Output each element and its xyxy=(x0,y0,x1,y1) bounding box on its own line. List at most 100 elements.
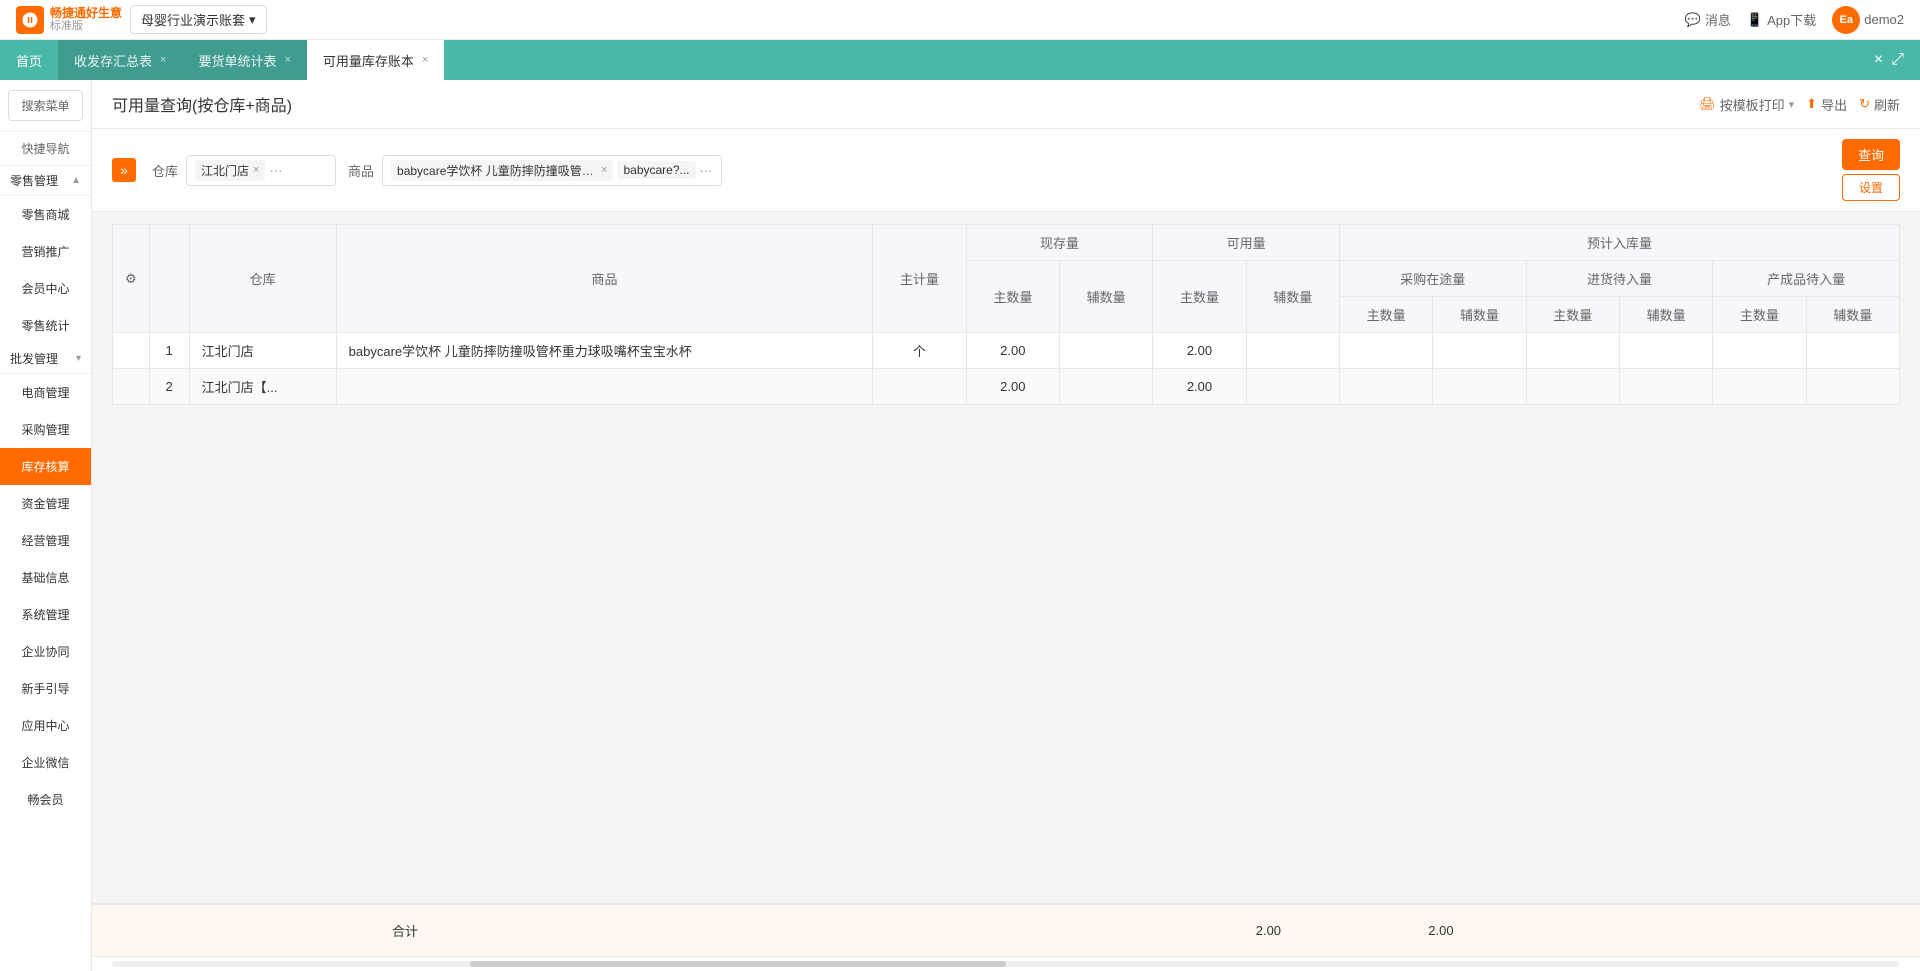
tab-income-expense-close[interactable]: × xyxy=(160,54,166,66)
footer-production-aux xyxy=(1843,915,1898,946)
wholesale-arrow-icon: ▾ xyxy=(76,353,81,364)
horizontal-scrollbar[interactable] xyxy=(112,961,1900,967)
tab-close-all[interactable]: × xyxy=(1874,51,1883,69)
sidebar-item-enterprise[interactable]: 企业协同 xyxy=(0,633,91,670)
phone-icon: 📱 xyxy=(1747,12,1763,28)
product-filter-label: 商品 xyxy=(348,161,374,180)
sidebar-item-wechat[interactable]: 企业微信 xyxy=(0,744,91,781)
sidebar-item-finance[interactable]: 资金管理 xyxy=(0,485,91,522)
sidebar-item-retail-mall[interactable]: 零售商城 xyxy=(0,196,91,233)
row-warehouse: 江北门店【... xyxy=(189,369,336,405)
page-header: 可用量查询(按仓库+商品) 🖨 按模板打印 ▾ ⬆ 导出 ↻ 刷新 xyxy=(92,80,1920,129)
message-button[interactable]: 💬 消息 xyxy=(1685,10,1731,29)
footer-purchase-main xyxy=(1557,915,1612,946)
product-filter-group: 商品 babycare学饮杯 儿童防摔防撞吸管杯重力球吸嘴杯宝宝水杯 × bab… xyxy=(348,155,722,186)
expand-filter-button[interactable]: » xyxy=(112,158,136,182)
table-footer: 合计 2.00 2.00 xyxy=(92,903,1920,956)
sidebar-item-purchase[interactable]: 采购管理 xyxy=(0,411,91,448)
row-purchase-aux xyxy=(1433,369,1526,405)
row-current-main: 2.00 xyxy=(966,369,1059,405)
tab-order-stats-close[interactable]: × xyxy=(284,54,290,66)
user-menu[interactable]: Ea demo2 xyxy=(1832,6,1904,34)
scroll-thumb[interactable] xyxy=(470,961,1006,967)
sidebar-item-retail-stats[interactable]: 零售统计 xyxy=(0,307,91,344)
home-tab-label: 首页 xyxy=(16,51,42,70)
footer-available-main: 2.00 xyxy=(1384,915,1497,946)
inventory-label: 库存核算 xyxy=(21,458,69,475)
product-tag-2: babycare?... xyxy=(617,161,695,179)
data-table: ⚙ 仓库 商品 主计量 现存量 可用量 预计入库量 主数量 辅数量 主数量 辅数… xyxy=(112,224,1900,405)
member2-label: 畅会员 xyxy=(27,791,63,808)
row-incoming-main xyxy=(1526,333,1619,369)
scroll-bar-area[interactable] xyxy=(92,956,1920,971)
export-button[interactable]: ⬆ 导出 xyxy=(1806,95,1847,114)
tab-available-stock-close[interactable]: × xyxy=(422,54,428,66)
logo-text: 畅捷通好生意 标准版 xyxy=(50,6,122,34)
row-purchase-main xyxy=(1339,333,1432,369)
warehouse-more-icon[interactable]: ··· xyxy=(269,163,282,178)
row-incoming-aux xyxy=(1619,333,1712,369)
row-available-aux xyxy=(1246,333,1339,369)
tab-expand[interactable]: ⤢ xyxy=(1891,51,1904,69)
warehouse-filter-label: 仓库 xyxy=(152,161,178,180)
col-available-aux: 辅数量 xyxy=(1246,261,1339,333)
message-icon: 💬 xyxy=(1685,12,1701,28)
sidebar-item-system[interactable]: 系统管理 xyxy=(0,596,91,633)
sidebar-item-ecommerce[interactable]: 电商管理 xyxy=(0,374,91,411)
row-warehouse: 江北门店 xyxy=(189,333,336,369)
tab-home[interactable]: 首页 xyxy=(0,40,58,80)
sidebar-item-inventory[interactable]: 库存核算 xyxy=(0,448,91,485)
footer-current-main: 2.00 xyxy=(1212,915,1325,946)
app-download-button[interactable]: 📱 App下载 xyxy=(1747,10,1816,29)
col-current-stock: 现存量 xyxy=(966,225,1153,261)
export-icon: ⬆ xyxy=(1806,96,1817,112)
basic-label: 基础信息 xyxy=(21,569,69,586)
row-current-aux xyxy=(1059,369,1152,405)
query-button[interactable]: 查询 xyxy=(1842,139,1900,170)
col-settings[interactable]: ⚙ xyxy=(113,225,150,333)
row-settings[interactable] xyxy=(113,369,150,405)
filter-bar: » 仓库 江北门店 × ··· 商品 b xyxy=(92,129,1920,212)
sidebar-item-member[interactable]: 会员中心 xyxy=(0,270,91,307)
sidebar-section-retail[interactable]: 零售管理 ▲ xyxy=(0,166,91,196)
settings-button[interactable]: 设置 xyxy=(1842,174,1900,201)
sidebar-item-basic[interactable]: 基础信息 xyxy=(0,559,91,596)
tab-available-stock[interactable]: 可用量库存账本 × xyxy=(307,40,444,80)
org-selector[interactable]: 母婴行业演示账套 ▾ xyxy=(130,5,267,34)
system-label: 系统管理 xyxy=(21,606,69,623)
sidebar-item-member2[interactable]: 畅会员 xyxy=(0,781,91,818)
refresh-button[interactable]: ↻ 刷新 xyxy=(1859,95,1900,114)
purchase-label: 采购管理 xyxy=(21,421,69,438)
product-filter-input[interactable]: babycare学饮杯 儿童防摔防撞吸管杯重力球吸嘴杯宝宝水杯 × babyca… xyxy=(382,155,721,186)
tab-income-expense[interactable]: 收发存汇总表 × xyxy=(58,40,182,80)
col-num xyxy=(149,225,189,333)
col-incoming: 进货待入量 xyxy=(1526,261,1713,297)
sidebar-item-marketing[interactable]: 营销推广 xyxy=(0,233,91,270)
footer-label: 合计 xyxy=(380,915,1070,946)
sidebar-item-operations[interactable]: 经营管理 xyxy=(0,522,91,559)
filter-row: 仓库 江北门店 × ··· 商品 babycare学饮杯 儿童防摔防撞吸管杯重力… xyxy=(152,155,1826,186)
warehouse-filter-input[interactable]: 江北门店 × ··· xyxy=(186,155,336,186)
footer-purchase-aux xyxy=(1614,915,1669,946)
product-tag-1-close[interactable]: × xyxy=(601,164,607,176)
top-bar-right: 💬 消息 📱 App下载 Ea demo2 xyxy=(1685,6,1904,34)
row-product: babycare学饮杯 儿童防摔防撞吸管杯重力球吸嘴杯宝宝水杯 xyxy=(336,333,873,369)
tab-order-stats[interactable]: 要货单统计表 × xyxy=(182,40,306,80)
col-planned-inbound: 预计入库量 xyxy=(1339,225,1899,261)
warehouse-tag-close[interactable]: × xyxy=(253,164,259,176)
quick-nav-button[interactable]: 快捷导航 xyxy=(0,132,91,166)
sidebar-item-guide[interactable]: 新手引导 xyxy=(0,670,91,707)
product-more-icon[interactable]: ··· xyxy=(700,163,713,178)
row-production-main xyxy=(1713,369,1806,405)
sidebar-section-wholesale[interactable]: 批发管理 ▾ xyxy=(0,344,91,374)
table-row: 2 江北门店【... 2.00 2.00 xyxy=(113,369,1900,405)
col-purchase-transit-main: 主数量 xyxy=(1339,297,1432,333)
refresh-icon: ↻ xyxy=(1859,96,1870,112)
sidebar-search-area: 搜索菜单 xyxy=(0,80,91,132)
sidebar-item-apps[interactable]: 应用中心 xyxy=(0,707,91,744)
print-template-button[interactable]: 🖨 按模板打印 ▾ xyxy=(1699,95,1794,114)
row-settings[interactable] xyxy=(113,333,150,369)
retail-stats-label: 零售统计 xyxy=(21,317,69,334)
search-menu-button[interactable]: 搜索菜单 xyxy=(8,90,83,121)
print-arrow-icon: ▾ xyxy=(1789,98,1795,111)
